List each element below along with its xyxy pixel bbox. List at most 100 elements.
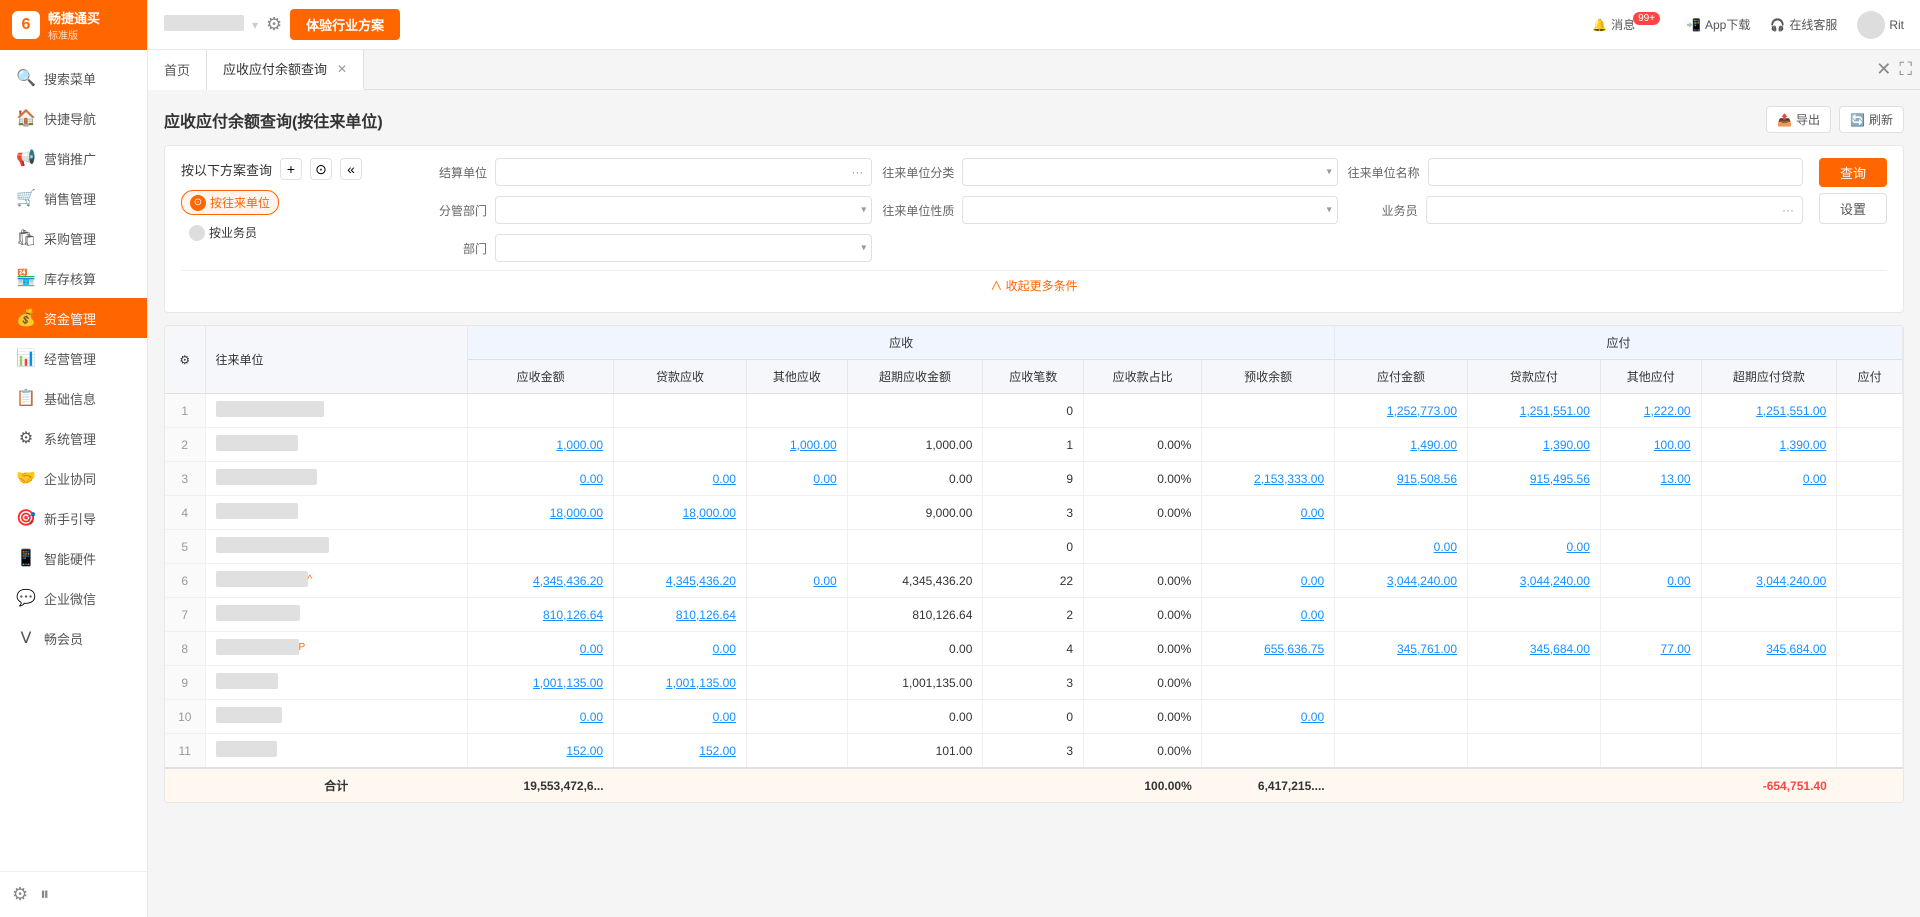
col-recv-overdue: 超期应收金额 (847, 360, 983, 394)
sidebar-item-marketing[interactable]: 📢 营销推广 (0, 138, 147, 178)
filter-row-settlement: 结算单位 ··· (417, 158, 872, 186)
sidebar-item-search[interactable]: 🔍 搜索菜单 (0, 58, 147, 98)
download-label: App下载 (1705, 16, 1750, 33)
footer-recv-loan (614, 768, 747, 802)
tab-close-button[interactable]: ✕ (1876, 59, 1891, 80)
unit-name-cell (205, 598, 468, 632)
footer-pay-other (1600, 768, 1701, 802)
notifications-label: 消息 (1611, 16, 1635, 33)
sidebar-item-finance[interactable]: 💰 资金管理 (0, 298, 147, 338)
filter-add-button[interactable]: + (280, 158, 302, 180)
sidebar-item-vip[interactable]: Ⅴ 畅会员 (0, 618, 147, 658)
app-version: 标准版 (48, 27, 100, 42)
unit-name-cell (205, 666, 468, 700)
sidebar-item-marketing-label: 营销推广 (44, 149, 96, 168)
filter-row-unit-category: 往来单位分类 ▾ (882, 158, 1337, 186)
table-settings-icon[interactable]: ⚙ (179, 353, 190, 367)
table-row: 418,000.0018,000.009,000.0030.00%0.00 (165, 496, 1903, 530)
tab-close-icon[interactable]: ✕ (337, 62, 347, 76)
dept-select[interactable] (495, 234, 872, 262)
settlement-input[interactable]: ··· (495, 158, 872, 186)
unit-name-cell: ^ (205, 564, 468, 598)
footer-recv-other (746, 768, 847, 802)
col-recv-pre: 预收余额 (1202, 360, 1335, 394)
sidebar-item-sales[interactable]: 🛒 销售管理 (0, 178, 147, 218)
basic-icon: 📋 (16, 388, 36, 408)
table-row: 100.000.000.0000.00%0.00 (165, 700, 1903, 734)
sidebar-item-inventory[interactable]: 🏪 库存核算 (0, 258, 147, 298)
sidebar-item-basic-label: 基础信息 (44, 389, 96, 408)
home-icon: 🏠 (16, 108, 36, 128)
sidebar-item-hardware[interactable]: 📱 智能硬件 (0, 538, 147, 578)
unit-name-cell: P (205, 632, 468, 666)
col-recv-amount: 应收金额 (468, 360, 614, 394)
settings-gear-icon[interactable]: ⚙ (266, 14, 282, 35)
filter-settings-button[interactable]: ⊙ (310, 158, 332, 180)
unit-category-label: 往来单位分类 (882, 164, 954, 181)
tab-home[interactable]: 首页 (148, 50, 207, 90)
filter-settings-btn[interactable]: 设置 (1819, 193, 1887, 224)
sidebar-item-system-label: 系统管理 (44, 429, 96, 448)
sidebar-item-basic[interactable]: 📋 基础信息 (0, 378, 147, 418)
service-action[interactable]: 🎧 在线客服 (1770, 16, 1837, 33)
table-row: 8P0.000.000.0040.00%655,636.75345,761.00… (165, 632, 1903, 666)
col-pay-extra: 应付 (1837, 360, 1903, 394)
filter-tab-by-unit[interactable]: ⊙ 按往来单位 (181, 190, 279, 215)
download-icon: 📲 (1686, 18, 1701, 32)
sidebar-item-quicknav-label: 快捷导航 (44, 109, 96, 128)
unit-name-input[interactable] (1428, 158, 1803, 186)
filter-collapse-button[interactable]: « (340, 158, 362, 180)
sidebar-item-purchase[interactable]: 🛍 采购管理 (0, 218, 147, 258)
table-footer: 合计 19,553,472,6... 100.00% 6,417,215.... (165, 768, 1903, 802)
footer-recv-pre[interactable]: 6,417,215.... (1202, 768, 1335, 802)
main-content: 应收应付余额查询(按往来单位) 📤 导出 🔄 刷新 按以下方案查询 + (148, 90, 1920, 917)
sidebar-item-operations-label: 经营管理 (44, 349, 96, 368)
collapse-label: 收起更多条件 (1006, 279, 1078, 293)
filter-row-manage-dept: 分管部门 ▾ (417, 196, 872, 224)
breadcrumb-area: ▾ ⚙ 体验行业方案 (164, 9, 1580, 40)
filter-tab-by-staff[interactable]: 按业务员 (181, 221, 265, 244)
sidebar-item-search-label: 搜索菜单 (44, 69, 96, 88)
unit-name-text-input[interactable] (1437, 165, 1794, 179)
wechat-icon: 💬 (16, 588, 36, 608)
tab-expand-button[interactable]: ⛶ (1899, 59, 1912, 80)
query-button[interactable]: 查询 (1819, 158, 1887, 187)
footer-recv-amount[interactable]: 19,553,472,6... (468, 768, 614, 802)
download-action[interactable]: 📲 App下载 (1686, 16, 1750, 33)
trial-button[interactable]: 体验行业方案 (290, 9, 400, 40)
table-row: 11152.00152.00101.0030.00% (165, 734, 1903, 769)
salesperson-input[interactable]: ··· (1426, 196, 1803, 224)
user-info[interactable]: Rit (1857, 11, 1904, 39)
footer-recv-count (983, 768, 1084, 802)
sidebar-item-operations[interactable]: 📊 经营管理 (0, 338, 147, 378)
sidebar-item-purchase-label: 采购管理 (44, 229, 96, 248)
refresh-button[interactable]: 🔄 刷新 (1839, 106, 1904, 133)
footer-settings-icon[interactable]: ⚙ (12, 884, 28, 905)
notifications-action[interactable]: 🔔 消息 99+ (1592, 16, 1666, 33)
manage-dept-select[interactable] (495, 196, 872, 224)
settlement-label: 结算单位 (417, 164, 487, 181)
purchase-icon: 🛍 (16, 228, 36, 248)
refresh-icon: 🔄 (1850, 113, 1865, 127)
sidebar-item-wechat[interactable]: 💬 企业微信 (0, 578, 147, 618)
sidebar-item-enterprise[interactable]: 🤝 企业协同 (0, 458, 147, 498)
sidebar-item-guide[interactable]: 🎯 新手引导 (0, 498, 147, 538)
top-header: ▾ ⚙ 体验行业方案 🔔 消息 99+ 📲 App下载 🎧 在线客服 Rit (148, 0, 1920, 50)
tab-receivable[interactable]: 应收应付余额查询 ✕ (207, 50, 364, 90)
sidebar-item-inventory-label: 库存核算 (44, 269, 96, 288)
sidebar-item-system[interactable]: ⚙ 系统管理 (0, 418, 147, 458)
sidebar-item-quicknav[interactable]: 🏠 快捷导航 (0, 98, 147, 138)
salesperson-label: 业务员 (1348, 202, 1418, 219)
export-button[interactable]: 📤 导出 (1766, 106, 1831, 133)
footer-pay-loan (1468, 768, 1601, 802)
footer-collapse-icon[interactable]: ⏸ (40, 884, 49, 905)
col-settings-header[interactable]: ⚙ (165, 326, 205, 394)
system-icon: ⚙ (16, 428, 36, 448)
table-row: 101,252,773.001,251,551.001,222.001,251,… (165, 394, 1903, 428)
unit-category-select[interactable] (962, 158, 1337, 186)
collapse-more[interactable]: ∧ 收起更多条件 (181, 270, 1887, 300)
tab-receivable-label: 应收应付余额查询 (223, 59, 327, 78)
table-row: 91,001,135.001,001,135.001,001,135.0030.… (165, 666, 1903, 700)
unit-nature-select[interactable] (962, 196, 1337, 224)
export-icon: 📤 (1777, 113, 1792, 127)
